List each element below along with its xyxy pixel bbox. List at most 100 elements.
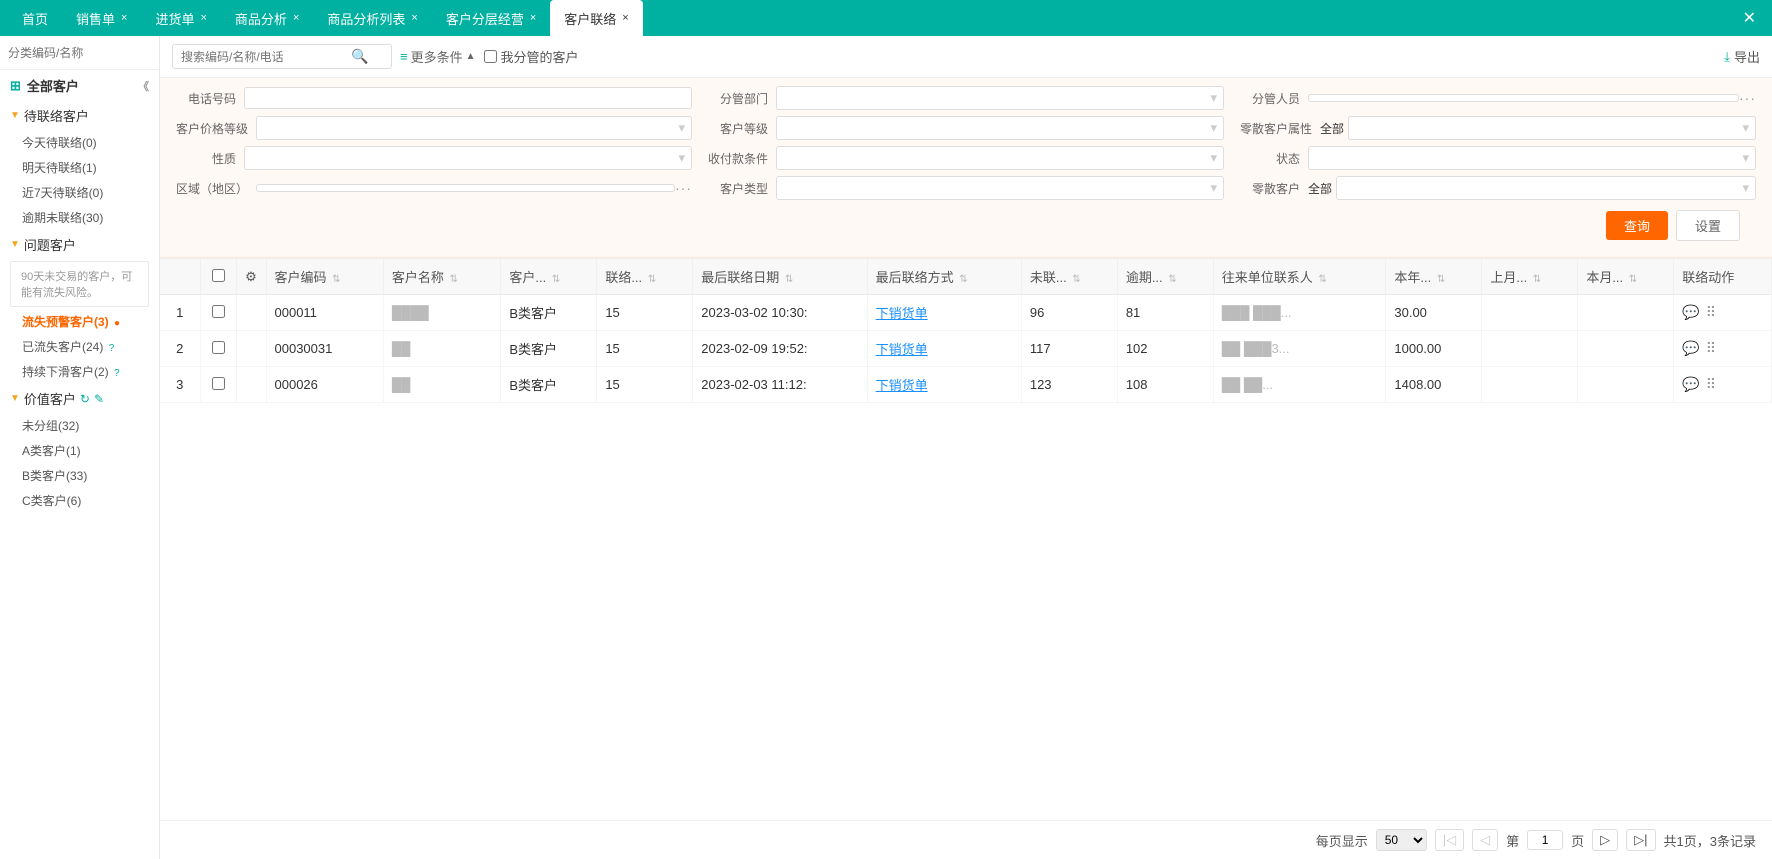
- row-checkbox[interactable]: [212, 305, 225, 318]
- row-checkbox[interactable]: [212, 341, 225, 354]
- filter-customer-grade-select[interactable]: ▾: [776, 116, 1224, 140]
- tab-product-list[interactable]: 商品分析列表 ×: [313, 0, 431, 36]
- export-button[interactable]: ⤓ 导出: [1724, 47, 1760, 66]
- cell-actions: 💬 ⠿: [1674, 331, 1772, 367]
- tab-customer-segment[interactable]: 客户分层经营 ×: [432, 0, 550, 36]
- dept-select-arrow-icon: ▾: [1210, 90, 1217, 106]
- sort-this-month-icon[interactable]: ⇅: [1629, 274, 1637, 285]
- filter-status-select[interactable]: ▾: [1308, 146, 1756, 170]
- person-more-icon[interactable]: ···: [1739, 90, 1756, 106]
- tab-sales[interactable]: 销售单 ×: [62, 0, 141, 36]
- sort-contact-icon[interactable]: ⇅: [648, 274, 656, 285]
- close-tab-customer-contact[interactable]: ×: [622, 12, 628, 24]
- action-chat-icon[interactable]: 💬: [1682, 376, 1699, 393]
- cell-code: 000011: [266, 295, 383, 331]
- my-customer-checkbox[interactable]: [484, 50, 497, 63]
- sort-code-icon[interactable]: ⇅: [332, 274, 340, 285]
- filter-person: 分管人员 ···: [1240, 90, 1756, 107]
- sidebar-item-churned[interactable]: 已流失客户(24) ?: [0, 334, 159, 359]
- search-toolbar: 🔍 ≡ 更多条件 ▲ 我分管的客户 ⤓ 导出: [160, 36, 1772, 78]
- filter-dept-select[interactable]: ▾: [776, 86, 1224, 110]
- close-tab-purchase[interactable]: ×: [200, 12, 206, 24]
- sort-this-year-icon[interactable]: ⇅: [1437, 274, 1445, 285]
- filter-customer-type-label: 客户类型: [708, 180, 768, 197]
- select-all-checkbox[interactable]: [212, 269, 225, 282]
- content-area: 🔍 ≡ 更多条件 ▲ 我分管的客户 ⤓ 导出 电话号码: [160, 36, 1772, 859]
- page-number-input[interactable]: [1527, 830, 1563, 850]
- row-checkbox[interactable]: [212, 377, 225, 390]
- sidebar-item-overdue[interactable]: 逾期未联络(30): [0, 205, 159, 230]
- filter-person-select[interactable]: [1308, 94, 1739, 102]
- close-tab-sales[interactable]: ×: [121, 12, 127, 24]
- close-tab-customer-segment[interactable]: ×: [530, 12, 536, 24]
- sidebar-item-churn-warning[interactable]: 流失预警客户(3) ●: [0, 309, 159, 334]
- arrow-problem-icon: ▼: [10, 239, 20, 250]
- window-close-button[interactable]: ✕: [1735, 8, 1764, 28]
- first-page-button[interactable]: |◁: [1435, 829, 1464, 851]
- cell-not-contacted: 117: [1021, 331, 1117, 367]
- last-method-link[interactable]: 下销货单: [876, 342, 928, 357]
- sidebar-item-today[interactable]: 今天待联络(0): [0, 130, 159, 155]
- edit-value-icon[interactable]: ✎: [94, 392, 104, 406]
- action-more-icon[interactable]: ⠿: [1706, 376, 1716, 393]
- col-actions: 联络动作: [1674, 259, 1772, 295]
- filter-nature-select[interactable]: ▾: [244, 146, 692, 170]
- sort-last-date-icon[interactable]: ⇅: [785, 274, 793, 285]
- action-chat-icon[interactable]: 💬: [1682, 340, 1699, 357]
- sort-last-month-icon[interactable]: ⇅: [1533, 274, 1541, 285]
- next-page-button[interactable]: ▷: [1592, 829, 1618, 851]
- tab-product-analysis[interactable]: 商品分析 ×: [221, 0, 313, 36]
- cell-actions: 💬 ⠿: [1674, 295, 1772, 331]
- sort-type-icon[interactable]: ⇅: [552, 274, 560, 285]
- close-tab-product-analysis[interactable]: ×: [293, 12, 299, 24]
- tab-purchase[interactable]: 进货单 ×: [141, 0, 220, 36]
- action-chat-icon[interactable]: 💬: [1682, 304, 1699, 321]
- sidebar-item-7days[interactable]: 近7天待联络(0): [0, 180, 159, 205]
- last-method-link[interactable]: 下销货单: [876, 378, 928, 393]
- sidebar-item-ungrouped[interactable]: 未分组(32): [0, 413, 159, 438]
- last-page-button[interactable]: ▷|: [1626, 829, 1655, 851]
- refresh-value-icon[interactable]: ↻: [80, 392, 90, 406]
- filter-phone-input[interactable]: [244, 87, 692, 109]
- col-last-month: 上月... ⇅: [1482, 259, 1578, 295]
- sidebar-item-class-b[interactable]: B类客户(33): [0, 463, 159, 488]
- sort-not-contacted-icon[interactable]: ⇅: [1072, 274, 1080, 285]
- action-more-icon[interactable]: ⠿: [1706, 340, 1716, 357]
- settings-button[interactable]: 设置: [1676, 210, 1740, 241]
- sidebar-item-class-a[interactable]: A类客户(1): [0, 438, 159, 463]
- close-tab-product-list[interactable]: ×: [411, 12, 417, 24]
- region-more-icon[interactable]: ···: [675, 180, 692, 196]
- page-size-select[interactable]: 50 100: [1376, 829, 1427, 851]
- sidebar-group-problem[interactable]: ▼ 问题客户: [0, 230, 159, 259]
- sort-overdue-icon[interactable]: ⇅: [1168, 274, 1176, 285]
- action-more-icon[interactable]: ⠿: [1706, 304, 1716, 321]
- filter-payment-select[interactable]: ▾: [776, 146, 1224, 170]
- filter-customer-type-select[interactable]: ▾: [776, 176, 1224, 200]
- filter-more-button[interactable]: ≡ 更多条件 ▲: [400, 47, 476, 66]
- last-method-link[interactable]: 下销货单: [876, 306, 928, 321]
- main-search-icon[interactable]: 🔍: [351, 48, 368, 65]
- prev-page-button[interactable]: ◁: [1472, 829, 1498, 851]
- col-settings[interactable]: ⚙: [236, 259, 266, 295]
- sidebar-item-class-c[interactable]: C类客户(6): [0, 488, 159, 513]
- query-button[interactable]: 查询: [1606, 211, 1668, 240]
- sort-unit-contact-icon[interactable]: ⇅: [1318, 274, 1326, 285]
- sidebar-item-tomorrow[interactable]: 明天待联络(1): [0, 155, 159, 180]
- tab-home[interactable]: 首页: [8, 0, 62, 36]
- tab-customer-contact[interactable]: 客户联络 ×: [550, 0, 642, 36]
- sidebar-search-input[interactable]: [8, 46, 160, 60]
- sidebar-collapse-icon[interactable]: 《: [138, 78, 149, 94]
- tooltip-problem: 90天未交易的客户，可能有流失风险。: [10, 261, 149, 307]
- sidebar-group-pending[interactable]: ▼ 待联络客户: [0, 101, 159, 130]
- sort-last-method-icon[interactable]: ⇅: [959, 274, 967, 285]
- sort-name-icon[interactable]: ⇅: [450, 274, 458, 285]
- main-search-input[interactable]: [181, 50, 351, 64]
- filter-price-grade-select[interactable]: ▾: [256, 116, 692, 140]
- sidebar-all-customer[interactable]: ⊞ 全部客户 《: [0, 70, 159, 101]
- filter-retail-customer-select[interactable]: ▾: [1336, 176, 1756, 200]
- filter-region-select[interactable]: [256, 184, 675, 192]
- sidebar-group-value[interactable]: ▼ 价值客户 ↻ ✎: [0, 384, 159, 413]
- cell-code: 000026: [266, 367, 383, 403]
- sidebar-item-declining[interactable]: 持续下滑客户(2) ?: [0, 359, 159, 384]
- filter-retail-attr-select[interactable]: ▾: [1348, 116, 1756, 140]
